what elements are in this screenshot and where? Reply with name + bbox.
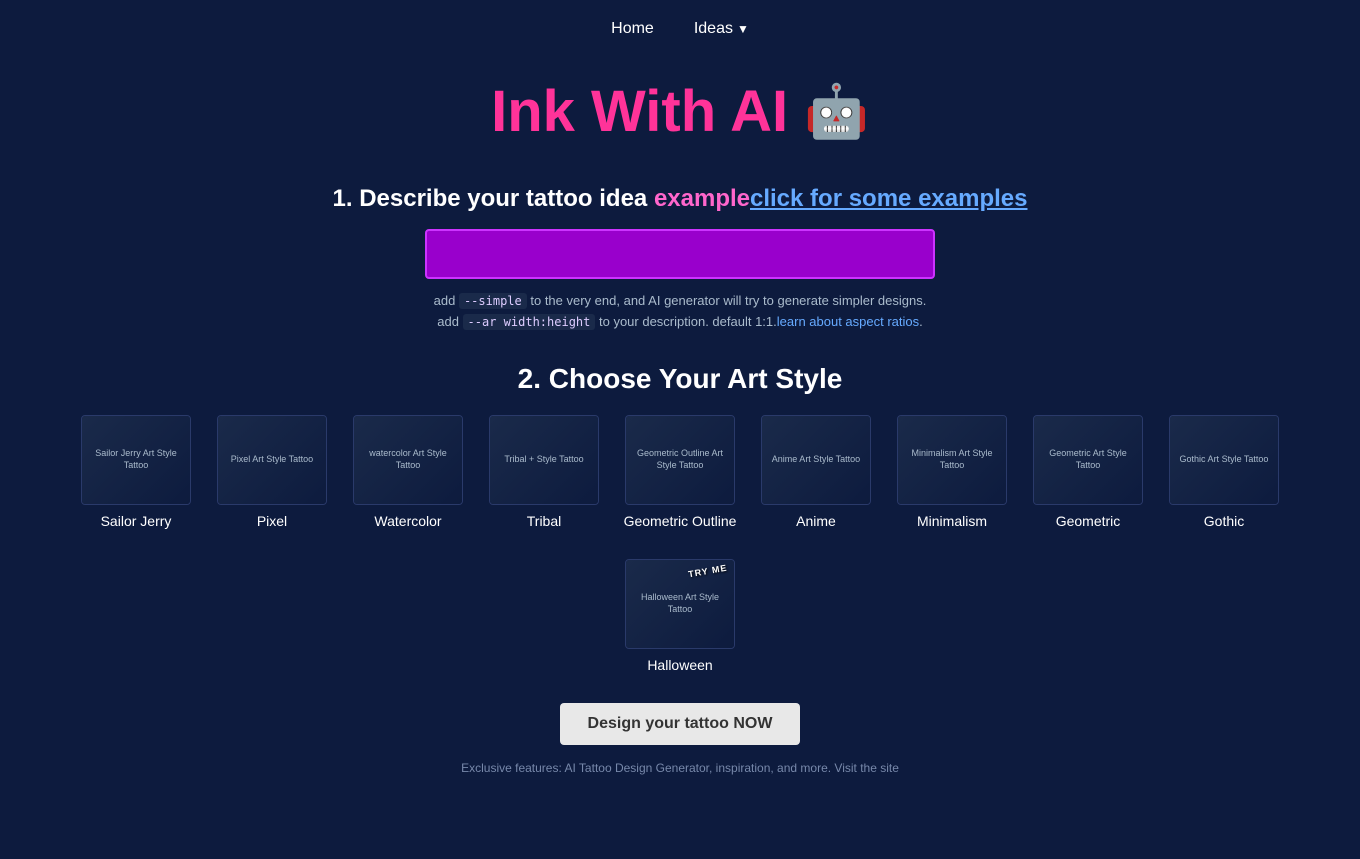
sailor-jerry-alt-text: Sailor Jerry Art Style Tattoo	[86, 448, 186, 471]
geo-outline-alt-text: Geometric Outline Art Style Tattoo	[630, 448, 730, 471]
hero-title-text: Ink With AI	[491, 78, 788, 145]
hint2-code: --ar width:height	[463, 314, 596, 330]
hint2-suffix: to your description. default 1:1.	[595, 314, 776, 329]
gothic-label: Gothic	[1204, 513, 1244, 529]
minimalism-placeholder: Minimalism Art Style Tattoo	[898, 416, 1006, 504]
sailor-jerry-placeholder: Sailor Jerry Art Style Tattoo	[82, 416, 190, 504]
anime-label: Anime	[796, 513, 836, 529]
gothic-placeholder: Gothic Art Style Tattoo	[1170, 416, 1278, 504]
halloween-row: Halloween Art Style Tattoo TRY ME Hallow…	[0, 529, 1360, 673]
style-item-tribal[interactable]: Tribal + Style Tattoo Tribal	[484, 415, 604, 529]
watercolor-label: Watercolor	[374, 513, 441, 529]
geometric-img-box: Geometric Art Style Tattoo	[1033, 415, 1143, 505]
halloween-label: Halloween	[647, 657, 712, 673]
geo-outline-placeholder: Geometric Outline Art Style Tattoo	[626, 416, 734, 504]
geometric-alt-text: Geometric Art Style Tattoo	[1038, 448, 1138, 471]
watercolor-alt-text: watercolor Art Style Tattoo	[358, 448, 458, 471]
geo-outline-label: Geometric Outline	[624, 513, 737, 529]
sailor-jerry-img-box: Sailor Jerry Art Style Tattoo	[81, 415, 191, 505]
style-item-geo-outline[interactable]: Geometric Outline Art Style Tattoo Geome…	[620, 415, 740, 529]
section-choose-style: 2. Choose Your Art Style Sailor Jerry Ar…	[0, 343, 1360, 683]
section1-title: 1. Describe your tattoo idea exampleclic…	[0, 185, 1360, 213]
section1-prefix: 1. Describe your tattoo idea	[333, 185, 654, 212]
watercolor-img-box: watercolor Art Style Tattoo	[353, 415, 463, 505]
pixel-placeholder: Pixel Art Style Tattoo	[218, 416, 326, 504]
footer-note: Exclusive features: AI Tattoo Design Gen…	[0, 755, 1360, 785]
tribal-img-box: Tribal + Style Tattoo	[489, 415, 599, 505]
styles-row: Sailor Jerry Art Style Tattoo Sailor Jer…	[0, 415, 1360, 529]
style-item-geometric[interactable]: Geometric Art Style Tattoo Geometric	[1028, 415, 1148, 529]
hint1-code: --simple	[459, 293, 527, 309]
minimalism-label: Minimalism	[917, 513, 987, 529]
style-item-sailor-jerry[interactable]: Sailor Jerry Art Style Tattoo Sailor Jer…	[76, 415, 196, 529]
navbar: Home Ideas ▼	[0, 0, 1360, 48]
hint2-end: .	[919, 314, 923, 329]
pixel-alt-text: Pixel Art Style Tattoo	[231, 454, 313, 466]
pixel-img-box: Pixel Art Style Tattoo	[217, 415, 327, 505]
halloween-img-box: Halloween Art Style Tattoo TRY ME	[625, 559, 735, 649]
anime-img-box: Anime Art Style Tattoo	[761, 415, 871, 505]
tribal-alt-text: Tribal + Style Tattoo	[504, 454, 583, 466]
hint2-prefix: add	[437, 314, 462, 329]
pixel-label: Pixel	[257, 513, 287, 529]
minimalism-img-box: Minimalism Art Style Tattoo	[897, 415, 1007, 505]
geo-outline-img-box: Geometric Outline Art Style Tattoo	[625, 415, 735, 505]
style-item-gothic[interactable]: Gothic Art Style Tattoo Gothic	[1164, 415, 1284, 529]
gothic-alt-text: Gothic Art Style Tattoo	[1180, 454, 1269, 466]
hint-text: add --simple to the very end, and AI gen…	[0, 291, 1360, 333]
footer-text: Exclusive features: AI Tattoo Design Gen…	[461, 761, 899, 775]
nav-ideas-label: Ideas	[694, 20, 733, 38]
chevron-down-icon: ▼	[737, 22, 749, 36]
robot-icon: 🤖	[804, 81, 869, 142]
example-text: example	[654, 185, 750, 212]
sailor-jerry-label: Sailor Jerry	[101, 513, 172, 529]
hint1-prefix: add	[434, 293, 459, 308]
tribal-placeholder: Tribal + Style Tattoo	[490, 416, 598, 504]
gothic-img-box: Gothic Art Style Tattoo	[1169, 415, 1279, 505]
anime-alt-text: Anime Art Style Tattoo	[772, 454, 860, 466]
hero-section: Ink With AI 🤖	[0, 48, 1360, 165]
section-describe: 1. Describe your tattoo idea exampleclic…	[0, 165, 1360, 343]
nav-ideas[interactable]: Ideas ▼	[694, 20, 749, 38]
nav-home[interactable]: Home	[611, 20, 654, 38]
style-item-halloween[interactable]: Halloween Art Style Tattoo TRY ME Hallow…	[620, 559, 740, 673]
design-tattoo-button[interactable]: Design your tattoo NOW	[560, 703, 801, 745]
style-item-anime[interactable]: Anime Art Style Tattoo Anime	[756, 415, 876, 529]
tattoo-idea-input[interactable]	[425, 229, 935, 279]
halloween-alt-text: Halloween Art Style Tattoo	[630, 592, 730, 615]
section2-title: 2. Choose Your Art Style	[0, 363, 1360, 395]
tribal-label: Tribal	[527, 513, 562, 529]
geometric-label: Geometric	[1056, 513, 1121, 529]
style-item-watercolor[interactable]: watercolor Art Style Tattoo Watercolor	[348, 415, 468, 529]
style-item-minimalism[interactable]: Minimalism Art Style Tattoo Minimalism	[892, 415, 1012, 529]
style-item-pixel[interactable]: Pixel Art Style Tattoo Pixel	[212, 415, 332, 529]
aspect-ratio-link[interactable]: learn about aspect ratios	[777, 314, 919, 329]
hint1-suffix: to the very end, and AI generator will t…	[527, 293, 927, 308]
click-examples-link[interactable]: click for some examples	[750, 185, 1027, 212]
geometric-placeholder: Geometric Art Style Tattoo	[1034, 416, 1142, 504]
hero-title: Ink With AI 🤖	[491, 78, 869, 145]
minimalism-alt-text: Minimalism Art Style Tattoo	[902, 448, 1002, 471]
design-btn-wrapper: Design your tattoo NOW	[0, 683, 1360, 755]
watercolor-placeholder: watercolor Art Style Tattoo	[354, 416, 462, 504]
anime-placeholder: Anime Art Style Tattoo	[762, 416, 870, 504]
